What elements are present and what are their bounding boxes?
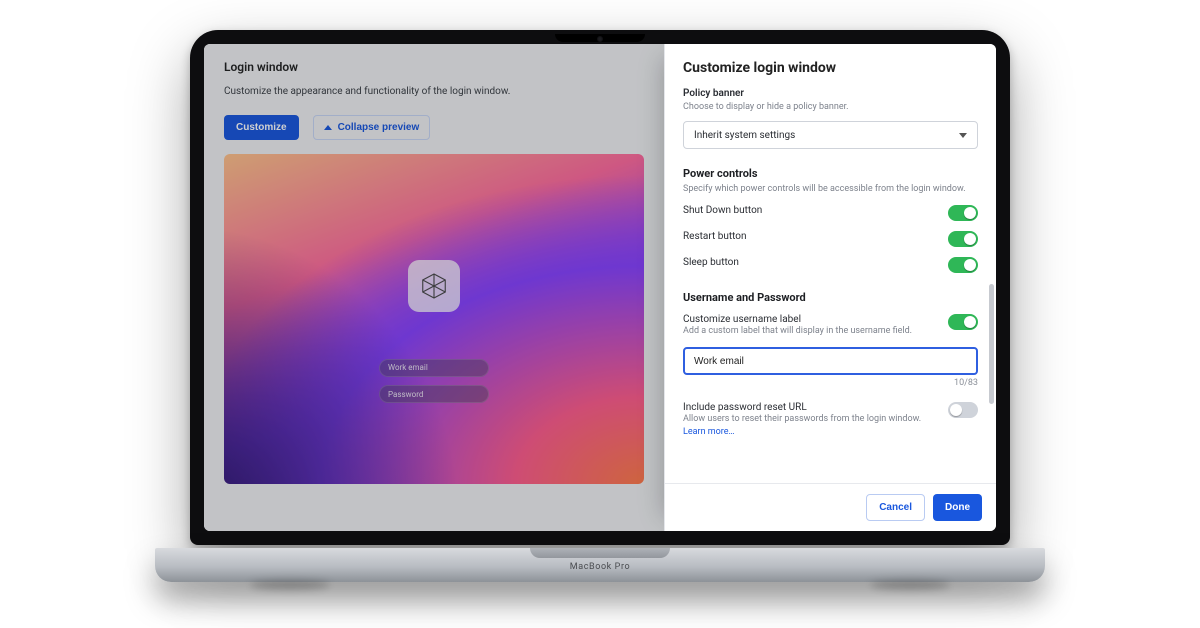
chevron-down-icon [959,133,967,138]
cancel-button[interactable]: Cancel [866,494,925,521]
username-password-heading: Username and Password [683,291,978,304]
password-reset-hint: Allow users to reset their passwords fro… [683,413,938,437]
power-controls-heading: Power controls [683,167,978,180]
power-shutdown-label: Shut Down button [683,205,762,216]
page-title: Login window [224,60,644,74]
customize-drawer: Customize login window Policy banner Cho… [664,44,996,531]
drawer-scrollbar[interactable] [989,284,994,404]
login-preview: Work email Password [224,154,644,484]
customize-username-hint: Add a custom label that will display in … [683,325,938,337]
done-button-label: Done [945,502,970,513]
preview-username-field: Work email [379,359,489,377]
collapse-preview-label: Collapse preview [338,122,420,133]
power-controls-hint: Specify which power controls will be acc… [683,183,978,195]
username-label-charcount: 10/83 [683,378,978,388]
power-restart-label: Restart button [683,231,747,242]
policy-banner-label: Policy banner [683,88,978,99]
preview-avatar-icon [408,260,460,312]
customize-username-toggle[interactable] [948,314,978,330]
learn-more-link[interactable]: Learn more… [683,427,735,437]
customize-button[interactable]: Customize [224,115,299,140]
username-label-input[interactable] [683,347,978,375]
preview-password-field: Password [379,385,489,403]
collapse-preview-button[interactable]: Collapse preview [313,115,431,140]
customize-username-label: Customize username label [683,314,938,325]
password-reset-toggle[interactable] [948,402,978,418]
camera-notch [597,36,603,42]
policy-banner-select[interactable]: Inherit system settings [683,121,978,149]
drawer-title: Customize login window [683,60,978,76]
policy-banner-hint: Choose to display or hide a policy banne… [683,101,978,113]
page-subtitle: Customize the appearance and functionali… [224,86,644,97]
power-restart-toggle[interactable] [948,231,978,247]
power-sleep-toggle[interactable] [948,257,978,273]
cancel-button-label: Cancel [879,502,912,513]
chevron-up-icon [324,125,332,130]
power-shutdown-toggle[interactable] [948,205,978,221]
policy-banner-selected: Inherit system settings [694,130,795,141]
power-sleep-label: Sleep button [683,257,739,268]
device-brand: MacBook Pro [570,562,631,572]
password-reset-label: Include password reset URL [683,402,938,413]
done-button[interactable]: Done [933,494,982,521]
customize-button-label: Customize [236,122,287,133]
